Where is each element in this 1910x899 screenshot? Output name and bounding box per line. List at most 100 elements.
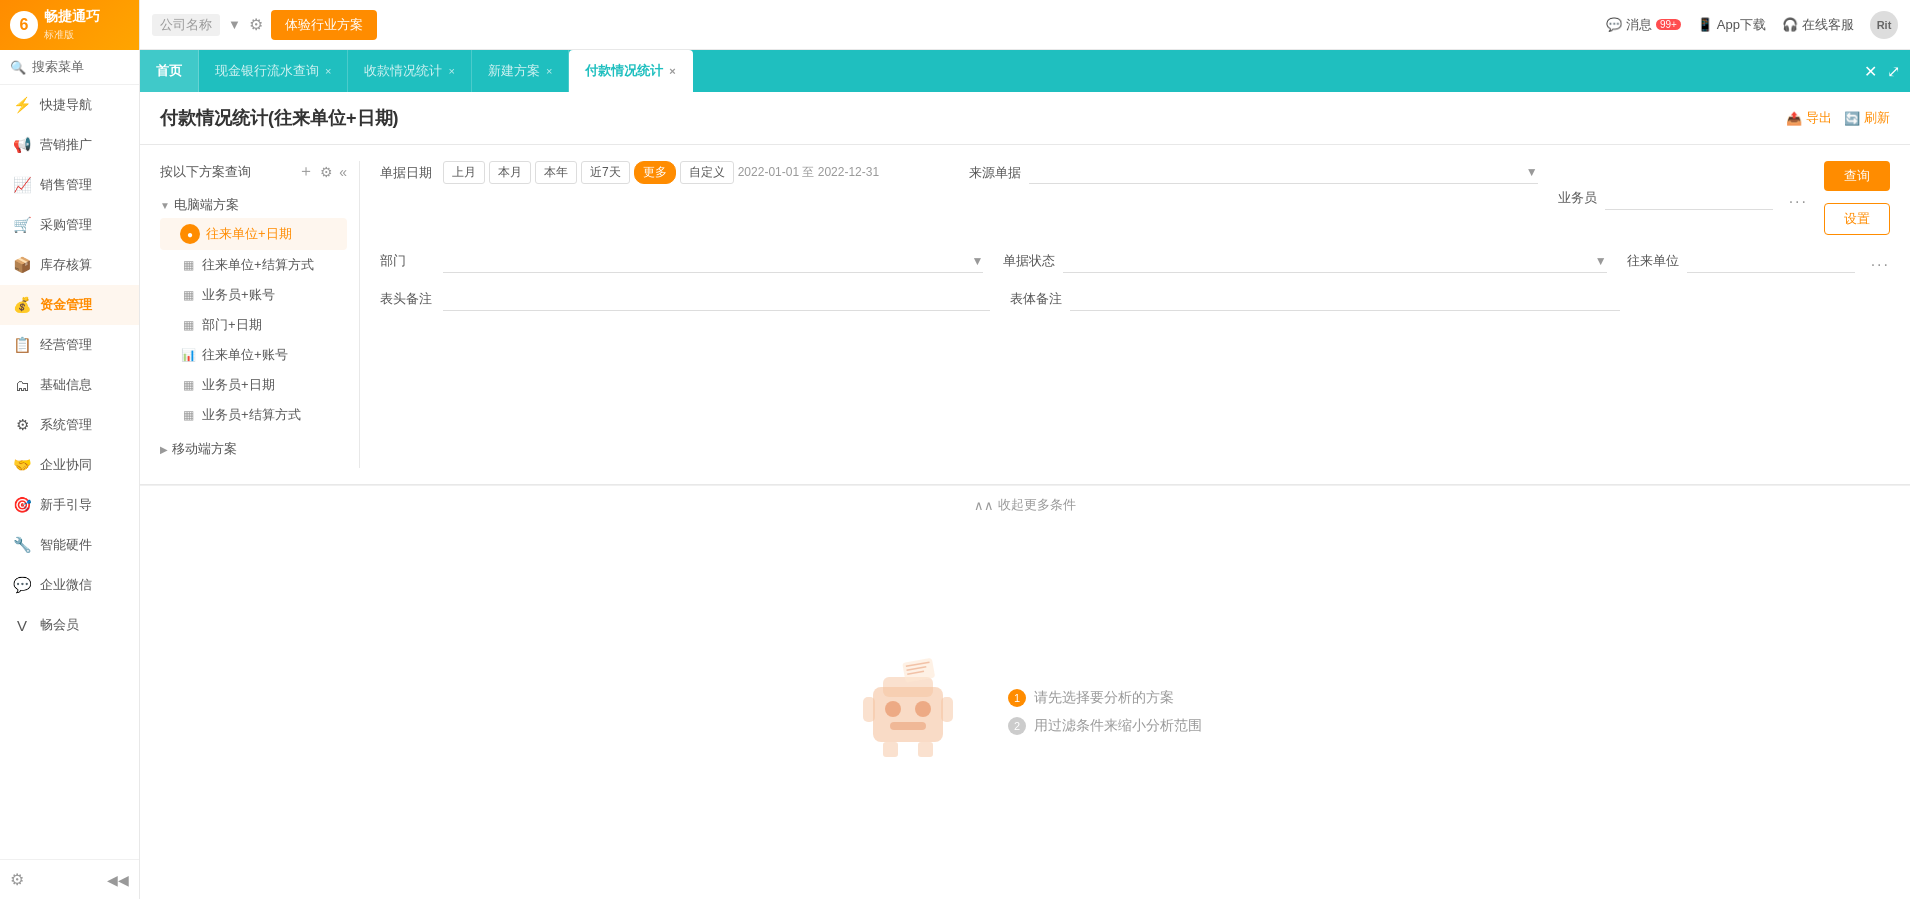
sidebar-item-purchase[interactable]: 🛒 采购管理 [0, 205, 139, 245]
sidebar-item-enterprise[interactable]: 🤝 企业协同 [0, 445, 139, 485]
notification-btn[interactable]: 💬 消息 99+ [1606, 16, 1681, 34]
online-service-btn[interactable]: 🎧 在线客服 [1782, 16, 1854, 34]
svg-rect-4 [890, 722, 926, 730]
tab-home[interactable]: 首页 [140, 50, 199, 92]
scheme-group-mobile-header[interactable]: ▶ 移动端方案 [160, 436, 347, 462]
dept-arrow: ▼ [971, 254, 983, 268]
app-version: 标准版 [44, 28, 100, 42]
scheme-group-desktop-header[interactable]: ▼ 电脑端方案 [160, 192, 347, 218]
date-btn-this-year[interactable]: 本年 [535, 161, 577, 184]
tab-receipts[interactable]: 收款情况统计 × [348, 50, 471, 92]
scheme-group-arrow: ▼ [160, 200, 170, 211]
sidebar-item-purchase-label: 采购管理 [40, 216, 92, 234]
settings-btn[interactable]: 设置 [1824, 203, 1890, 235]
tab-bank-flow-close[interactable]: × [325, 65, 331, 77]
tab-new-scheme-close[interactable]: × [546, 65, 552, 77]
date-btn-last-month[interactable]: 上月 [443, 161, 485, 184]
refresh-btn[interactable]: 🔄 刷新 [1844, 109, 1890, 127]
dept-select[interactable]: ▼ [443, 250, 983, 273]
sidebar-item-marketing[interactable]: 📢 营销推广 [0, 125, 139, 165]
page-content: 付款情况统计(往来单位+日期) 📤 导出 🔄 刷新 [140, 92, 1910, 899]
tab-payment-stats[interactable]: 付款情况统计 × [569, 50, 692, 92]
app-download-btn[interactable]: 📱 App下载 [1697, 16, 1766, 34]
related-unit-input[interactable] [1687, 249, 1855, 273]
sidebar-collapse-icon[interactable]: ◀◀ [107, 872, 129, 888]
scheme-collapse-icon[interactable]: « [339, 164, 347, 180]
sidebar-item-system[interactable]: ⚙ 系统管理 [0, 405, 139, 445]
sidebar-item-sales[interactable]: 📈 销售管理 [0, 165, 139, 205]
topbar-left: 公司名称 ▼ ⚙ 体验行业方案 [152, 10, 377, 40]
scheme-item-unit-settlement[interactable]: ▦ 往来单位+结算方式 [160, 250, 347, 280]
topbar-gear-icon[interactable]: ⚙ [249, 15, 263, 34]
scheme-item-icon5: ▦ [180, 377, 196, 393]
staff-input[interactable] [1605, 186, 1773, 210]
export-btn[interactable]: 📤 导出 [1786, 109, 1832, 127]
empty-robot-icon [848, 652, 968, 772]
source-voucher-field: 来源单据 ▼ [969, 161, 1538, 184]
voucher-date-label: 单据日期 [380, 164, 435, 182]
related-unit-dots[interactable]: ... [1871, 252, 1890, 270]
topbar-dropdown-icon[interactable]: ▼ [228, 17, 241, 32]
sidebar-item-operations[interactable]: 📋 经营管理 [0, 325, 139, 365]
sidebar-nav: ⚡ 快捷导航 📢 营销推广 📈 销售管理 🛒 采购管理 📦 库存核算 💰 [0, 85, 139, 859]
scheme-item-staff-account[interactable]: ▦ 业务员+账号 [160, 280, 347, 310]
svg-rect-8 [918, 742, 933, 757]
topbar-right: 💬 消息 99+ 📱 App下载 🎧 在线客服 Rit [1606, 11, 1898, 39]
voucher-status-select[interactable]: ▼ [1063, 250, 1606, 273]
table-header-note-input[interactable] [443, 287, 990, 311]
date-btn-custom[interactable]: 自定义 [680, 161, 734, 184]
avatar[interactable]: Rit [1870, 11, 1898, 39]
table-body-note-input[interactable] [1070, 287, 1620, 311]
scheme-item-staff-settlement[interactable]: ▦ 业务员+结算方式 [160, 400, 347, 430]
scheme-item-staff-date[interactable]: ▦ 业务员+日期 [160, 370, 347, 400]
collapse-more-btn[interactable]: ∧∧ 收起更多条件 [974, 496, 1076, 514]
notification-label: 消息 [1626, 16, 1652, 34]
sidebar-item-funds[interactable]: 💰 资金管理 [0, 285, 139, 325]
scheme-item-icon: ▦ [180, 257, 196, 273]
scheme-item-unit-account[interactable]: 📊 往来单位+账号 [160, 340, 347, 370]
sidebar-item-guide[interactable]: 🎯 新手引导 [0, 485, 139, 525]
tab-new-scheme[interactable]: 新建方案 × [472, 50, 569, 92]
company-name[interactable]: 公司名称 [152, 14, 220, 36]
sidebar-item-inventory[interactable]: 📦 库存核算 [0, 245, 139, 285]
try-industry-btn[interactable]: 体验行业方案 [271, 10, 377, 40]
tab-receipts-close[interactable]: × [448, 65, 454, 77]
collapse-more-label: 收起更多条件 [998, 496, 1076, 514]
sidebar-item-member[interactable]: V 畅会员 [0, 605, 139, 645]
sidebar-settings-icon[interactable]: ⚙ [10, 870, 24, 889]
sidebar-item-wechat[interactable]: 💬 企业微信 [0, 565, 139, 605]
sidebar-item-basic-info[interactable]: 🗂 基础信息 [0, 365, 139, 405]
tab-close-all-icon[interactable]: ✕ [1864, 62, 1877, 81]
scheme-item-unit-settlement-label: 往来单位+结算方式 [202, 256, 314, 274]
tab-new-scheme-label: 新建方案 [488, 62, 540, 80]
search-menu[interactable]: 🔍 搜索菜单 [0, 50, 139, 85]
scheme-item-dept-date[interactable]: ▦ 部门+日期 [160, 310, 347, 340]
sidebar-item-hardware[interactable]: 🔧 智能硬件 [0, 525, 139, 565]
scheme-item-unit-date[interactable]: ● 往来单位+日期 [160, 218, 347, 250]
tab-payment-stats-close[interactable]: × [669, 65, 675, 77]
date-btn-last-7days[interactable]: 近7天 [581, 161, 630, 184]
voucher-status-field: 单据状态 ▼ [1003, 250, 1606, 273]
sidebar-item-quick-nav[interactable]: ⚡ 快捷导航 [0, 85, 139, 125]
staff-dots[interactable]: ... [1789, 189, 1808, 207]
scheme-item-unit-account-label: 往来单位+账号 [202, 346, 288, 364]
table-body-note-field: 表体备注 [1010, 287, 1620, 311]
date-btn-this-month[interactable]: 本月 [489, 161, 531, 184]
tab-bank-flow[interactable]: 现金银行流水查询 × [199, 50, 348, 92]
system-icon: ⚙ [12, 415, 32, 435]
scheme-add-icon[interactable]: ＋ [298, 161, 314, 182]
svg-rect-6 [941, 697, 953, 722]
collapse-up-icon: ∧∧ [974, 498, 994, 513]
sidebar-item-system-label: 系统管理 [40, 416, 92, 434]
tab-expand-icon[interactable]: ⤢ [1887, 62, 1900, 81]
source-voucher-select[interactable]: ▼ [1029, 161, 1538, 184]
query-btn[interactable]: 查询 [1824, 161, 1890, 191]
source-voucher-label: 来源单据 [969, 164, 1021, 182]
date-btn-more[interactable]: 更多 [634, 161, 676, 184]
sidebar-item-basic-info-label: 基础信息 [40, 376, 92, 394]
scheme-settings-icon[interactable]: ⚙ [320, 164, 333, 180]
page-header-actions: 📤 导出 🔄 刷新 [1786, 109, 1890, 127]
sidebar-item-enterprise-label: 企业协同 [40, 456, 92, 474]
refresh-label: 刷新 [1864, 109, 1890, 127]
svg-rect-5 [863, 697, 875, 722]
